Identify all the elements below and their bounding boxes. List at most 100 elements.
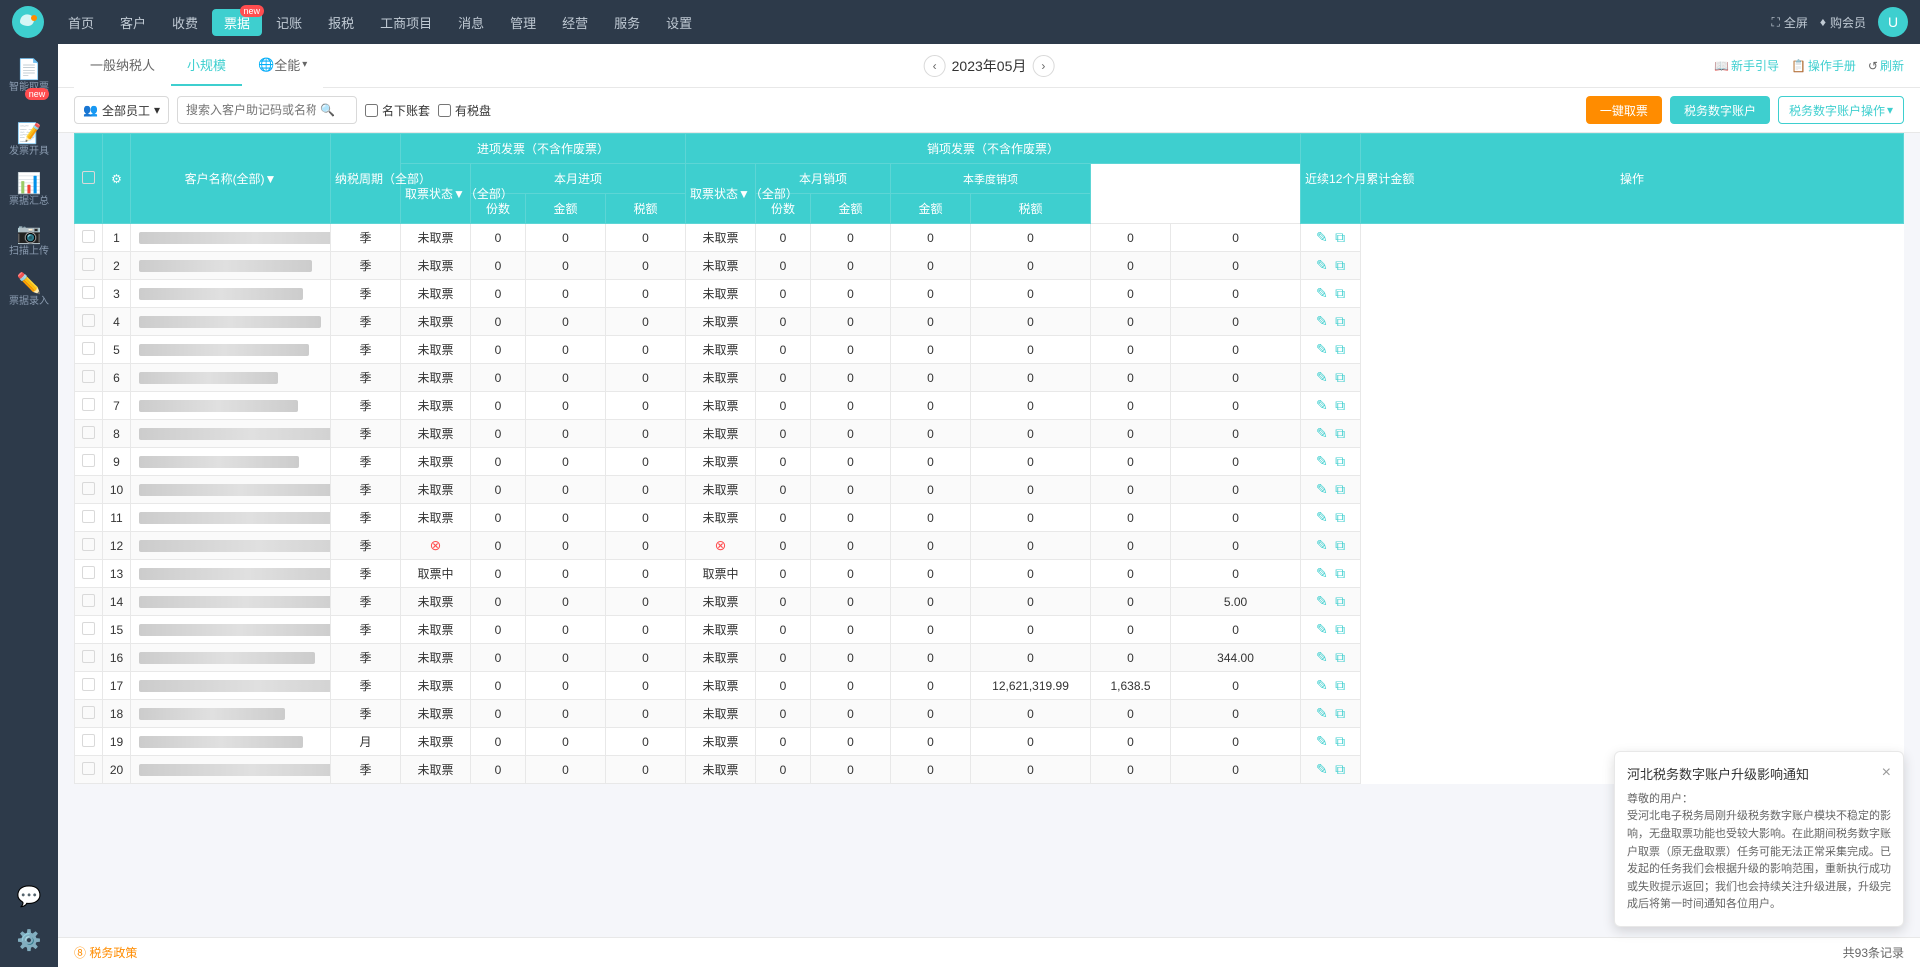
row-checkbox[interactable] — [75, 756, 103, 784]
row-checkbox[interactable] — [75, 476, 103, 504]
edit-icon[interactable]: ✎ — [1316, 257, 1328, 273]
nav-item-管理[interactable]: 管理 — [498, 9, 548, 36]
row-checkbox[interactable] — [75, 728, 103, 756]
sidebar-item-4[interactable]: ✏️ 票据录入 — [1, 266, 57, 316]
sidebar-item-2[interactable]: 📊 票据汇总 — [1, 166, 57, 216]
date-prev-btn[interactable]: ‹ — [924, 55, 946, 77]
edit-icon[interactable]: ✎ — [1316, 453, 1328, 469]
row-checkbox[interactable] — [75, 252, 103, 280]
edit-icon[interactable]: ✎ — [1316, 649, 1328, 665]
copy-icon[interactable]: ⧉ — [1335, 593, 1345, 609]
edit-icon[interactable]: ✎ — [1316, 397, 1328, 413]
edit-icon[interactable]: ✎ — [1316, 425, 1328, 441]
copy-icon[interactable]: ⧉ — [1335, 341, 1345, 357]
copy-icon[interactable]: ⧉ — [1335, 565, 1345, 581]
manual-btn[interactable]: 📋 操作手册 — [1791, 57, 1856, 74]
sidebar-item-1[interactable]: 📝 发票开具 — [1, 116, 57, 166]
nav-item-报税[interactable]: 报税 — [316, 9, 366, 36]
nav-item-收费[interactable]: 收费 — [160, 9, 210, 36]
nav-item-客户[interactable]: 客户 — [108, 9, 158, 36]
date-next-btn[interactable]: › — [1032, 55, 1054, 77]
edit-icon[interactable]: ✎ — [1316, 705, 1328, 721]
edit-icon[interactable]: ✎ — [1316, 677, 1328, 693]
row-checkbox[interactable] — [75, 364, 103, 392]
edit-icon[interactable]: ✎ — [1316, 761, 1328, 777]
user-avatar[interactable]: U — [1878, 7, 1908, 37]
search-input[interactable] — [186, 103, 316, 117]
nav-item-票据[interactable]: 票据new — [212, 9, 262, 36]
nav-item-设置[interactable]: 设置 — [654, 9, 704, 36]
copy-icon[interactable]: ⧉ — [1335, 621, 1345, 637]
edit-icon[interactable]: ✎ — [1316, 481, 1328, 497]
nav-item-消息[interactable]: 消息 — [446, 9, 496, 36]
row-checkbox[interactable] — [75, 420, 103, 448]
digital-account-ops-btn[interactable]: 税务数字账户操作 ▾ — [1778, 96, 1904, 124]
nav-item-首页[interactable]: 首页 — [56, 9, 106, 36]
row-checkbox[interactable] — [75, 280, 103, 308]
copy-icon[interactable]: ⧉ — [1335, 453, 1345, 469]
copy-icon[interactable]: ⧉ — [1335, 397, 1345, 413]
row-checkbox[interactable] — [75, 672, 103, 700]
copy-icon[interactable]: ⧉ — [1335, 313, 1345, 329]
sidebar-item-0[interactable]: 📄 智能取票 new — [1, 52, 57, 116]
copy-icon[interactable]: ⧉ — [1335, 285, 1345, 301]
sub-nav-general-tax[interactable]: 一般纳税人 — [74, 46, 171, 86]
edit-icon[interactable]: ✎ — [1316, 621, 1328, 637]
copy-icon[interactable]: ⧉ — [1335, 733, 1345, 749]
row-checkbox[interactable] — [75, 448, 103, 476]
fullscreen-btn[interactable]: ⛶ 全屏 — [1771, 14, 1807, 31]
edit-icon[interactable]: ✎ — [1316, 509, 1328, 525]
sidebar-item-settings[interactable]: ⚙️ — [1, 923, 57, 959]
nav-item-经营[interactable]: 经营 — [550, 9, 600, 36]
member-btn[interactable]: ♦ 购会员 — [1820, 14, 1866, 31]
copy-icon[interactable]: ⧉ — [1335, 257, 1345, 273]
digital-account-btn[interactable]: 税务数字账户 — [1670, 96, 1770, 124]
row-checkbox[interactable] — [75, 392, 103, 420]
row-checkbox[interactable] — [75, 700, 103, 728]
employee-select[interactable]: 👥 全部员工 ▾ — [74, 96, 169, 124]
nav-item-工商项目[interactable]: 工商项目 — [368, 9, 444, 36]
sidebar-item-3[interactable]: 📷 扫描上传 — [1, 216, 57, 266]
nav-item-记账[interactable]: 记账 — [264, 9, 314, 36]
row-checkbox[interactable] — [75, 504, 103, 532]
row-checkbox[interactable] — [75, 308, 103, 336]
sidebar-item-message[interactable]: 💬 — [1, 879, 57, 915]
edit-icon[interactable]: ✎ — [1316, 565, 1328, 581]
copy-icon[interactable]: ⧉ — [1335, 229, 1345, 245]
checkbox-taxdisk[interactable]: 有税盘 — [438, 102, 491, 119]
new-guide-btn[interactable]: 📖 新手引导 — [1714, 57, 1779, 74]
edit-icon[interactable]: ✎ — [1316, 313, 1328, 329]
row-checkbox[interactable] — [75, 336, 103, 364]
edit-icon[interactable]: ✎ — [1316, 369, 1328, 385]
refresh-btn[interactable]: ↺ 刷新 — [1868, 57, 1904, 74]
sub-nav-all[interactable]: 🌐 全能 ▾ — [242, 46, 323, 86]
copy-icon[interactable]: ⧉ — [1335, 761, 1345, 777]
copy-icon[interactable]: ⧉ — [1335, 425, 1345, 441]
sub-nav-small-scale[interactable]: 小规模 — [171, 46, 242, 86]
edit-icon[interactable]: ✎ — [1316, 229, 1328, 245]
row-checkbox[interactable] — [75, 560, 103, 588]
copy-icon[interactable]: ⧉ — [1335, 509, 1345, 525]
select-all-checkbox[interactable] — [82, 171, 95, 184]
row-checkbox[interactable] — [75, 532, 103, 560]
notification-close-btn[interactable]: × — [1882, 764, 1891, 782]
row-checkbox[interactable] — [75, 644, 103, 672]
copy-icon[interactable]: ⧉ — [1335, 369, 1345, 385]
row-checkbox[interactable] — [75, 616, 103, 644]
edit-icon[interactable]: ✎ — [1316, 537, 1328, 553]
settings-icon[interactable]: ⚙ — [111, 172, 122, 186]
fetch-tickets-btn[interactable]: 一键取票 — [1586, 96, 1662, 124]
edit-icon[interactable]: ✎ — [1316, 733, 1328, 749]
row-checkbox[interactable] — [75, 224, 103, 252]
edit-icon[interactable]: ✎ — [1316, 285, 1328, 301]
copy-icon[interactable]: ⧉ — [1335, 537, 1345, 553]
policy-link[interactable]: ⑧ 税务政策 — [74, 944, 137, 961]
nav-item-服务[interactable]: 服务 — [602, 9, 652, 36]
row-checkbox[interactable] — [75, 588, 103, 616]
copy-icon[interactable]: ⧉ — [1335, 481, 1345, 497]
checkbox-account[interactable]: 名下账套 — [365, 102, 430, 119]
edit-icon[interactable]: ✎ — [1316, 593, 1328, 609]
copy-icon[interactable]: ⧉ — [1335, 649, 1345, 665]
copy-icon[interactable]: ⧉ — [1335, 705, 1345, 721]
copy-icon[interactable]: ⧉ — [1335, 677, 1345, 693]
